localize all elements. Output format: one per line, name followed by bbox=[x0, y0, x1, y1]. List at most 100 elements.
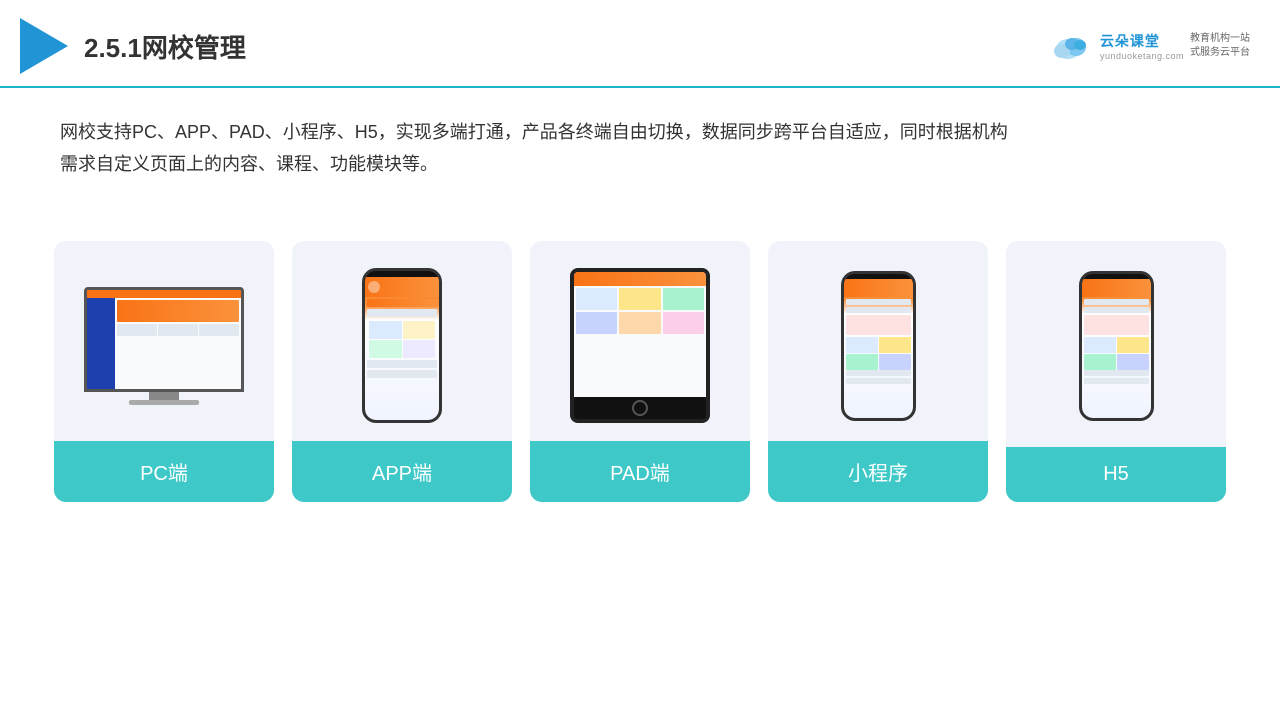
phone-notch bbox=[390, 271, 414, 277]
card-image-area-app bbox=[292, 241, 512, 441]
tablet-screen bbox=[574, 272, 706, 397]
pc-main bbox=[115, 298, 241, 389]
phone-small-cell-2 bbox=[879, 337, 911, 353]
logo-slogan: 教育机构一站 式服务云平台 bbox=[1190, 32, 1250, 60]
phone-small-row-2 bbox=[846, 307, 911, 313]
page-title: 2.5.1网校管理 bbox=[84, 28, 246, 65]
logo-name: 云朵课堂 bbox=[1100, 31, 1160, 51]
card-pad: PAD端 bbox=[530, 241, 750, 502]
phone-small-cell-4 bbox=[879, 354, 911, 370]
card-miniprogram: 小程序 bbox=[768, 241, 988, 502]
tablet-cell-1 bbox=[576, 288, 617, 310]
card-label-h5: H5 bbox=[1006, 447, 1226, 502]
pc-sidebar bbox=[87, 298, 115, 389]
card-label-miniprogram: 小程序 bbox=[768, 441, 988, 502]
phone-screen bbox=[365, 277, 439, 420]
pc-card-mini-1 bbox=[117, 324, 157, 336]
phone-small-content-1 bbox=[844, 297, 913, 388]
tablet-cell-2 bbox=[619, 288, 660, 310]
logo-slogan-line1: 教育机构一站 bbox=[1190, 32, 1250, 46]
card-app: APP端 bbox=[292, 241, 512, 502]
header-left: 2.5.1网校管理 bbox=[20, 18, 246, 74]
card-label-pc: PC端 bbox=[54, 441, 274, 502]
phone-small-row-3 bbox=[846, 370, 911, 376]
phone-small-cell-1 bbox=[846, 337, 878, 353]
phone-small-row-7 bbox=[1084, 370, 1149, 376]
cards-container: PC端 bbox=[0, 211, 1280, 502]
tablet-cell-3 bbox=[663, 288, 704, 310]
card-image-area-pc bbox=[54, 241, 274, 441]
tablet-device-mockup bbox=[570, 268, 710, 423]
phone-row-1 bbox=[367, 309, 437, 317]
pc-top-bar bbox=[87, 290, 241, 298]
phone-small-grid-2 bbox=[1084, 337, 1149, 370]
phone-small-row-5 bbox=[1084, 299, 1149, 305]
phone-grid bbox=[367, 319, 437, 360]
pc-card-mini-2 bbox=[158, 324, 198, 336]
tablet-cell-5 bbox=[619, 312, 660, 334]
tablet-top-bar bbox=[574, 272, 706, 286]
phone-small-notch-2 bbox=[1105, 274, 1127, 279]
phone-small-mockup-2 bbox=[1079, 271, 1154, 421]
card-pc: PC端 bbox=[54, 241, 274, 502]
pc-device-mockup bbox=[84, 287, 244, 405]
card-label-pad: PAD端 bbox=[530, 441, 750, 502]
phone-small-text-1 bbox=[846, 315, 911, 335]
phone-small-text-2 bbox=[1084, 315, 1149, 335]
logo-area: 云朵课堂 yunduoketang.com 教育机构一站 式服务云平台 bbox=[1050, 31, 1250, 61]
phone-grid-4 bbox=[403, 340, 436, 358]
phone-content bbox=[365, 297, 439, 382]
phone-small-cell-6 bbox=[1117, 337, 1149, 353]
phone-header-avatar bbox=[368, 281, 380, 293]
phone-row-2 bbox=[367, 360, 437, 368]
cloud-icon bbox=[1050, 31, 1094, 61]
card-h5: H5 bbox=[1006, 241, 1226, 502]
phone-small-cell-7 bbox=[1084, 354, 1116, 370]
logo-text-area: 云朵课堂 yunduoketang.com bbox=[1100, 31, 1184, 61]
phone-small-content-2 bbox=[1082, 297, 1151, 388]
pc-screen-inner bbox=[87, 290, 241, 389]
cloud-logo: 云朵课堂 yunduoketang.com 教育机构一站 式服务云平台 bbox=[1050, 31, 1250, 61]
description-line1: 网校支持PC、APP、PAD、小程序、H5，实现多端打通，产品各终端自由切换，数… bbox=[60, 116, 1220, 148]
pc-neck bbox=[149, 392, 179, 400]
phone-small-cell-3 bbox=[846, 354, 878, 370]
phone-row-3 bbox=[367, 370, 437, 378]
card-image-area-mini bbox=[768, 241, 988, 441]
description-line2: 需求自定义页面上的内容、课程、功能模块等。 bbox=[60, 148, 1220, 180]
pc-card-mini-3 bbox=[199, 324, 239, 336]
phone-small-cell-8 bbox=[1117, 354, 1149, 370]
phone-small-row-1 bbox=[846, 299, 911, 305]
phone-small-screen-2 bbox=[1082, 279, 1151, 418]
header: 2.5.1网校管理 云朵课堂 yunduoketang.com 教育机构一站 式… bbox=[0, 0, 1280, 88]
tablet-cell-4 bbox=[576, 312, 617, 334]
phone-small-screen-1 bbox=[844, 279, 913, 418]
logo-url: yunduoketang.com bbox=[1100, 51, 1184, 61]
phone-banner-row bbox=[367, 299, 437, 307]
pc-cards bbox=[117, 324, 239, 336]
pc-screen bbox=[84, 287, 244, 392]
phone-small-header-2 bbox=[1082, 279, 1151, 297]
phone-grid-2 bbox=[403, 321, 436, 339]
card-image-area-h5 bbox=[1006, 241, 1226, 441]
phone-small-cell-5 bbox=[1084, 337, 1116, 353]
phone-small-grid-1 bbox=[846, 337, 911, 370]
page-title-text: 2.5.1网校管理 bbox=[84, 33, 246, 63]
pc-banner bbox=[117, 300, 239, 322]
tablet-home-btn bbox=[632, 400, 648, 416]
phone-small-row-4 bbox=[846, 378, 911, 384]
phone-grid-1 bbox=[369, 321, 402, 339]
phone-grid-3 bbox=[369, 340, 402, 358]
card-label-app: APP端 bbox=[292, 441, 512, 502]
brand-triangle-icon bbox=[20, 18, 68, 74]
phone-small-notch-1 bbox=[867, 274, 889, 279]
tablet-grid bbox=[574, 286, 706, 336]
tablet-cell-6 bbox=[663, 312, 704, 334]
description-text: 网校支持PC、APP、PAD、小程序、H5，实现多端打通，产品各终端自由切换，数… bbox=[0, 88, 1280, 191]
phone-small-header-1 bbox=[844, 279, 913, 297]
pc-base bbox=[129, 400, 199, 405]
phone-small-row-6 bbox=[1084, 307, 1149, 313]
phone-header bbox=[365, 277, 439, 297]
logo-slogan-line2: 式服务云平台 bbox=[1190, 46, 1250, 60]
phone-small-row-8 bbox=[1084, 378, 1149, 384]
phone-small-mockup-1 bbox=[841, 271, 916, 421]
